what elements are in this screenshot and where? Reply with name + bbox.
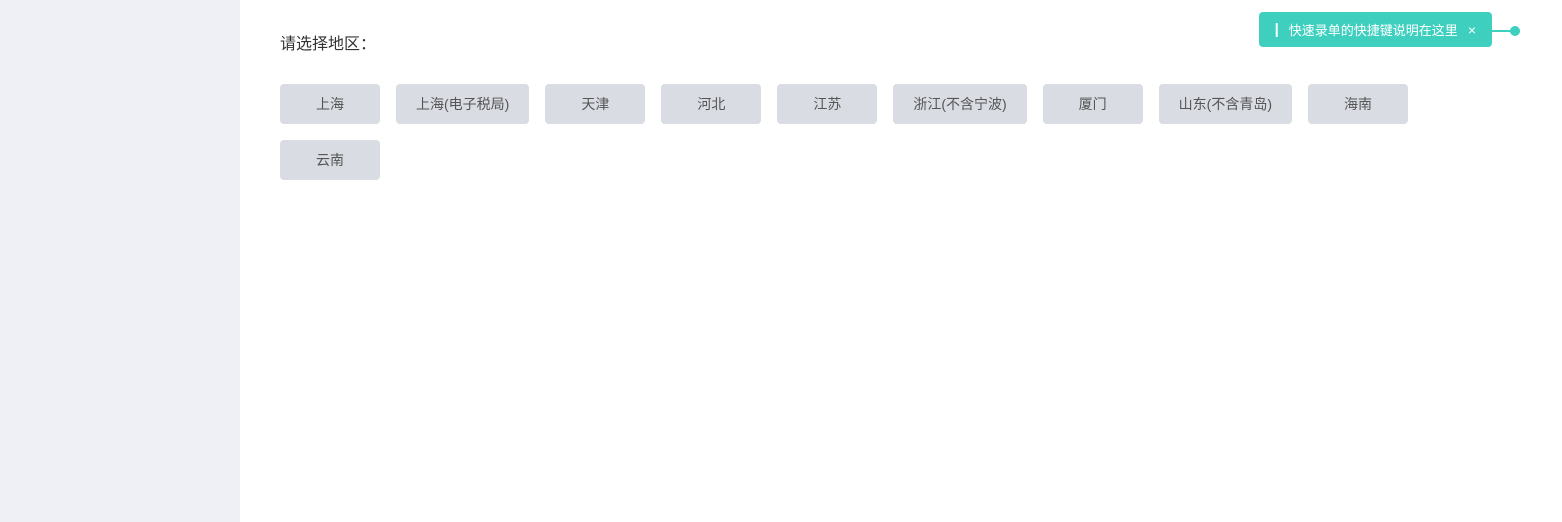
- region-button-group: 上海 上海(电子税局) 天津 河北 江苏 浙江(不含宁波) 厦门 山东(不含青岛…: [280, 84, 1522, 180]
- main-content: 请选择地区： 上海 上海(电子税局) 天津 河北 江苏 浙江(不含宁波) 厦门 …: [240, 0, 1562, 522]
- tooltip-text: 快速录单的快捷键说明在这里: [1289, 20, 1458, 39]
- tooltip-banner: 快速录单的快捷键说明在这里 ×: [1259, 12, 1492, 47]
- region-btn-jiangsu[interactable]: 江苏: [777, 84, 877, 124]
- region-btn-shandong[interactable]: 山东(不含青岛): [1159, 84, 1292, 124]
- region-btn-hainan[interactable]: 海南: [1308, 84, 1408, 124]
- tooltip-close-button[interactable]: ×: [1468, 22, 1476, 38]
- left-sidebar: [0, 0, 240, 522]
- region-btn-xiamen[interactable]: 厦门: [1043, 84, 1143, 124]
- region-btn-zhejiang[interactable]: 浙江(不含宁波): [893, 84, 1026, 124]
- region-btn-hebei[interactable]: 河北: [661, 84, 761, 124]
- region-btn-yunnan[interactable]: 云南: [280, 140, 380, 180]
- region-btn-shanghai-etax[interactable]: 上海(电子税局): [396, 84, 529, 124]
- region-btn-tianjin[interactable]: 天津: [545, 84, 645, 124]
- region-btn-shanghai[interactable]: 上海: [280, 84, 380, 124]
- tooltip-connector-dot: [1510, 26, 1520, 36]
